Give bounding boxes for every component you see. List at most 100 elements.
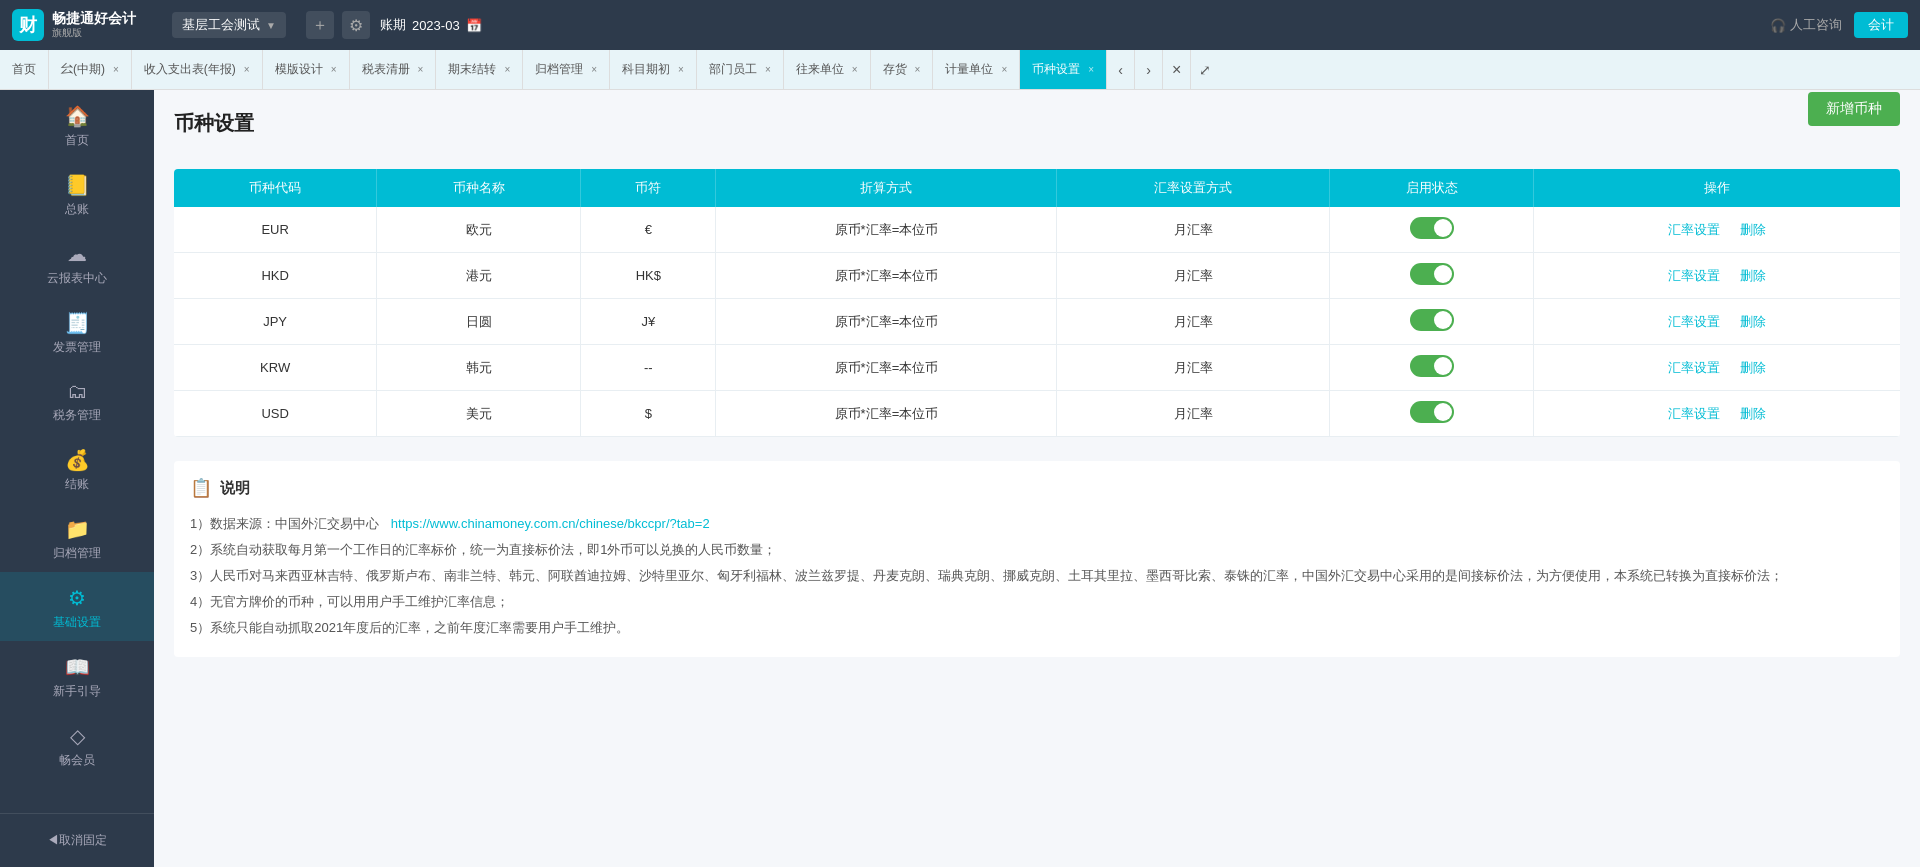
cell-status-1[interactable] bbox=[1330, 253, 1534, 299]
cell-status-2[interactable] bbox=[1330, 299, 1534, 345]
sidebar-item-tax-mgmt[interactable]: 🗂 税务管理 bbox=[0, 366, 154, 434]
delete-link-0[interactable]: 删除 bbox=[1740, 222, 1766, 237]
cell-actions-0: 汇率设置 删除 bbox=[1534, 207, 1900, 253]
tab-home-label: 首页 bbox=[12, 61, 36, 78]
toggle-0[interactable] bbox=[1410, 217, 1454, 239]
new-currency-button[interactable]: 新增币种 bbox=[1808, 92, 1900, 126]
table-row: EUR 欧元 € 原币*汇率=本位币 月汇率 汇率设置 删除 bbox=[174, 207, 1900, 253]
tab-subjects-close[interactable]: × bbox=[678, 64, 684, 75]
sidebar-item-settle[interactable]: 💰 结账 bbox=[0, 434, 154, 503]
notes-title: 📋 说明 bbox=[190, 477, 1884, 499]
cell-status-4[interactable] bbox=[1330, 391, 1534, 437]
toggle-1[interactable] bbox=[1410, 263, 1454, 285]
settle-icon: 💰 bbox=[65, 448, 90, 472]
toggle-2[interactable] bbox=[1410, 309, 1454, 331]
sidebar-item-home[interactable]: 🏠 首页 bbox=[0, 90, 154, 159]
tab-template[interactable]: 模版设计 × bbox=[263, 50, 350, 89]
tab-prev-button[interactable]: ‹ bbox=[1107, 50, 1135, 90]
sidebar-item-member[interactable]: ◇ 畅会员 bbox=[0, 710, 154, 779]
rate-setting-link-2[interactable]: 汇率设置 bbox=[1668, 314, 1720, 329]
sidebar-item-basic-label: 基础设置 bbox=[53, 614, 101, 631]
cell-symbol-0: € bbox=[581, 207, 716, 253]
cell-actions-1: 汇率设置 删除 bbox=[1534, 253, 1900, 299]
tab-tax[interactable]: 税表清册 × bbox=[350, 50, 437, 89]
tab-currency[interactable]: 币种设置 × bbox=[1020, 50, 1107, 89]
delete-link-2[interactable]: 删除 bbox=[1740, 314, 1766, 329]
tab-units-label: 计量单位 bbox=[945, 61, 993, 78]
calendar-icon[interactable]: 📅 bbox=[466, 18, 482, 33]
page-title: 币种设置 bbox=[174, 110, 254, 137]
tab-dept[interactable]: 部门员工 × bbox=[697, 50, 784, 89]
cell-name-0: 欧元 bbox=[377, 207, 581, 253]
cell-code-1: HKD bbox=[174, 253, 377, 299]
notes-item-1: 2）系统自动获取每月第一个工作日的汇率标价，统一为直接标价法，即1外币可以兑换的… bbox=[190, 537, 1884, 563]
tab-units[interactable]: 计量单位 × bbox=[933, 50, 1020, 89]
sidebar-item-guide[interactable]: 📖 新手引导 bbox=[0, 641, 154, 710]
tax-icon: 🗂 bbox=[67, 380, 87, 403]
tab-interim-close[interactable]: × bbox=[113, 64, 119, 75]
tab-inventory-close[interactable]: × bbox=[915, 64, 921, 75]
tab-home[interactable]: 首页 bbox=[0, 50, 49, 89]
tab-template-close[interactable]: × bbox=[331, 64, 337, 75]
cell-symbol-2: J¥ bbox=[581, 299, 716, 345]
tab-tax-label: 税表清册 bbox=[362, 61, 410, 78]
cell-calc-3: 原币*汇率=本位币 bbox=[716, 345, 1057, 391]
tab-tax-close[interactable]: × bbox=[418, 64, 424, 75]
sidebar-item-reports[interactable]: ☁ 云报表中心 bbox=[0, 228, 154, 297]
tab-close-all-button[interactable]: × bbox=[1163, 50, 1191, 90]
rate-setting-link-4[interactable]: 汇率设置 bbox=[1668, 406, 1720, 421]
cell-name-1: 港元 bbox=[377, 253, 581, 299]
toggle-3[interactable] bbox=[1410, 355, 1454, 377]
workspace-name: 基层工会测试 bbox=[182, 16, 260, 34]
tab-archive-close[interactable]: × bbox=[591, 64, 597, 75]
settings-icon[interactable]: ⚙ bbox=[342, 11, 370, 39]
delete-link-1[interactable]: 删除 bbox=[1740, 268, 1766, 283]
tab-interim[interactable]: 㕕(中期) × bbox=[49, 50, 132, 89]
tab-subjects[interactable]: 科目期初 × bbox=[610, 50, 697, 89]
cell-rate-method-4: 月汇率 bbox=[1057, 391, 1330, 437]
tab-dept-close[interactable]: × bbox=[765, 64, 771, 75]
tab-maximize-button[interactable]: ⤢ bbox=[1191, 50, 1219, 90]
col-header-actions: 操作 bbox=[1534, 169, 1900, 207]
tab-units-close[interactable]: × bbox=[1001, 64, 1007, 75]
rate-setting-link-3[interactable]: 汇率设置 bbox=[1668, 360, 1720, 375]
tab-inventory[interactable]: 存货 × bbox=[871, 50, 934, 89]
tab-next-button[interactable]: › bbox=[1135, 50, 1163, 90]
toggle-4[interactable] bbox=[1410, 401, 1454, 423]
sidebar-pin-button[interactable]: ◀取消固定 bbox=[0, 824, 154, 857]
archive-icon: 📁 bbox=[65, 517, 90, 541]
sidebar-item-invoice[interactable]: 🧾 发票管理 bbox=[0, 297, 154, 366]
help-button[interactable]: 🎧 人工咨询 bbox=[1770, 16, 1842, 34]
notes-link-0[interactable]: https://www.chinamoney.com.cn/chinese/bk… bbox=[391, 516, 710, 531]
rate-setting-link-1[interactable]: 汇率设置 bbox=[1668, 268, 1720, 283]
tab-income[interactable]: 收入支出表(年报) × bbox=[132, 50, 263, 89]
cell-rate-method-0: 月汇率 bbox=[1057, 207, 1330, 253]
tab-partners-close[interactable]: × bbox=[852, 64, 858, 75]
table-row: HKD 港元 HK$ 原币*汇率=本位币 月汇率 汇率设置 删除 bbox=[174, 253, 1900, 299]
cell-status-3[interactable] bbox=[1330, 345, 1534, 391]
tab-period-end[interactable]: 期末结转 × bbox=[436, 50, 523, 89]
cell-status-0[interactable] bbox=[1330, 207, 1534, 253]
sidebar-item-ledger[interactable]: 📒 总账 bbox=[0, 159, 154, 228]
delete-link-3[interactable]: 删除 bbox=[1740, 360, 1766, 375]
col-header-code: 币种代码 bbox=[174, 169, 377, 207]
title-row: 币种设置 新增币种 bbox=[174, 110, 1900, 153]
rate-setting-link-0[interactable]: 汇率设置 bbox=[1668, 222, 1720, 237]
member-icon: ◇ bbox=[70, 724, 85, 748]
sidebar-item-basic[interactable]: ⚙ 基础设置 bbox=[0, 572, 154, 641]
tab-period-end-close[interactable]: × bbox=[504, 64, 510, 75]
tab-archive[interactable]: 归档管理 × bbox=[523, 50, 610, 89]
cell-code-3: KRW bbox=[174, 345, 377, 391]
sidebar-item-archive-mgmt[interactable]: 📁 归档管理 bbox=[0, 503, 154, 572]
add-icon[interactable]: ＋ bbox=[306, 11, 334, 39]
help-label: 人工咨询 bbox=[1790, 16, 1842, 34]
delete-link-4[interactable]: 删除 bbox=[1740, 406, 1766, 421]
account-button[interactable]: 会计 bbox=[1854, 12, 1908, 38]
tab-partners[interactable]: 往来单位 × bbox=[784, 50, 871, 89]
tab-income-close[interactable]: × bbox=[244, 64, 250, 75]
tab-template-label: 模版设计 bbox=[275, 61, 323, 78]
col-header-calc: 折算方式 bbox=[716, 169, 1057, 207]
invoice-icon: 🧾 bbox=[65, 311, 90, 335]
tab-currency-close[interactable]: × bbox=[1088, 64, 1094, 75]
workspace-selector[interactable]: 基层工会测试 ▼ bbox=[172, 12, 286, 38]
